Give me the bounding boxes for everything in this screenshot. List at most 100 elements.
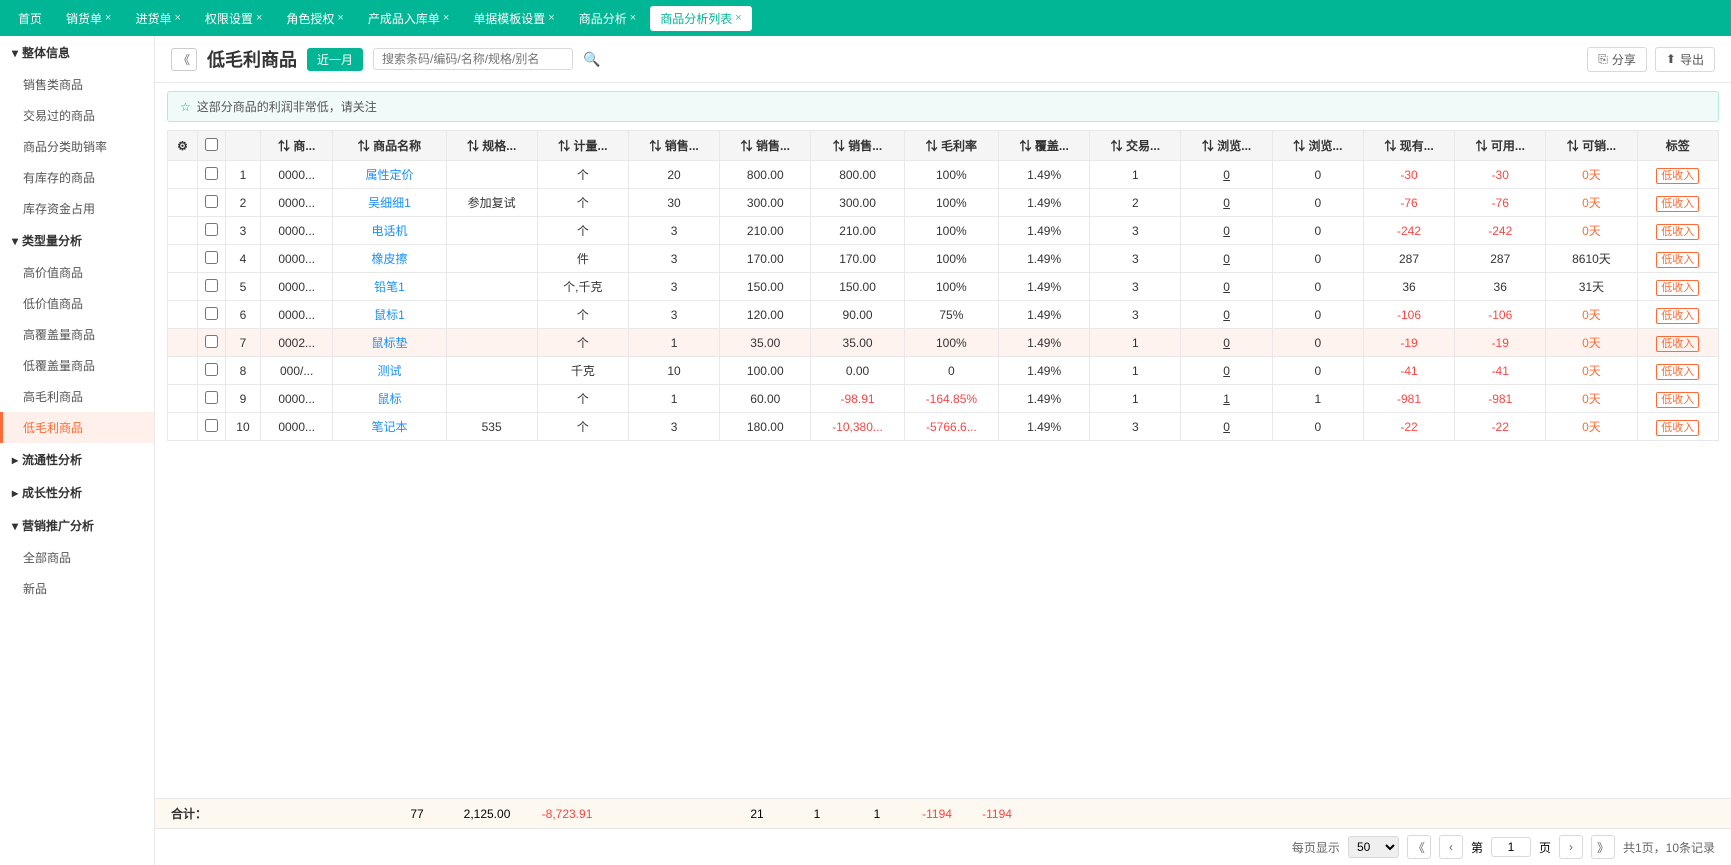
nav-item-goods-analysis[interactable]: 商品分析 × xyxy=(569,6,646,31)
export-button[interactable]: ⬆ 导出 xyxy=(1655,47,1715,72)
row-view1[interactable]: 0 xyxy=(1181,217,1272,245)
row-checkbox[interactable] xyxy=(205,279,218,292)
col-header-available[interactable]: ⇅ 可用... xyxy=(1455,131,1546,161)
nav-close-goods-analysis[interactable]: × xyxy=(630,12,636,24)
row-view1[interactable]: 0 xyxy=(1181,357,1272,385)
nav-item-sales[interactable]: 销货单 × xyxy=(56,6,121,31)
row-name[interactable]: 鼠标1 xyxy=(333,301,446,329)
row-check[interactable] xyxy=(198,385,226,413)
sidebar-item-low-coverage[interactable]: 低覆盖量商品 xyxy=(0,350,154,381)
nav-item-home[interactable]: 首页 xyxy=(8,6,52,31)
row-check[interactable] xyxy=(198,189,226,217)
row-checkbox[interactable] xyxy=(205,307,218,320)
col-header-trade-count[interactable]: ⇅ 交易... xyxy=(1090,131,1181,161)
row-view1[interactable]: 0 xyxy=(1181,189,1272,217)
row-name[interactable]: 测试 xyxy=(333,357,446,385)
row-checkbox[interactable] xyxy=(205,195,218,208)
col-header-sales-profit[interactable]: ⇅ 销售... xyxy=(811,131,904,161)
row-view1[interactable]: 0 xyxy=(1181,301,1272,329)
nav-item-product-entry[interactable]: 产成品入库单 × xyxy=(358,6,459,31)
sidebar-item-sales-goods[interactable]: 销售类商品 xyxy=(0,69,154,100)
row-name[interactable]: 电话机 xyxy=(333,217,446,245)
row-check[interactable] xyxy=(198,301,226,329)
last-page-button[interactable]: 》 xyxy=(1591,835,1615,859)
row-checkbox[interactable] xyxy=(205,335,218,348)
col-header-settings[interactable]: ⚙ xyxy=(168,131,198,161)
col-header-spec[interactable]: ⇅ 规格... xyxy=(446,131,537,161)
sidebar-group-growth-analysis[interactable]: ▸ 成长性分析 xyxy=(0,476,154,509)
row-name[interactable]: 橡皮擦 xyxy=(333,245,446,273)
row-check[interactable] xyxy=(198,329,226,357)
sidebar-item-all-goods[interactable]: 全部商品 xyxy=(0,542,154,573)
col-header-sales-qty[interactable]: ⇅ 销售... xyxy=(628,131,719,161)
col-header-view1[interactable]: ⇅ 浏览... xyxy=(1181,131,1272,161)
col-header-unit[interactable]: ⇅ 计量... xyxy=(537,131,628,161)
nav-close-goods-analysis-list[interactable]: × xyxy=(735,12,741,24)
row-checkbox[interactable] xyxy=(205,419,218,432)
sidebar-item-low-value[interactable]: 低价值商品 xyxy=(0,288,154,319)
select-all-checkbox[interactable] xyxy=(205,138,218,151)
col-header-gross-margin[interactable]: ⇅ 毛利率 xyxy=(904,131,998,161)
row-check[interactable] xyxy=(198,245,226,273)
row-view1[interactable]: 0 xyxy=(1181,413,1272,441)
sidebar-item-traded-goods[interactable]: 交易过的商品 xyxy=(0,100,154,131)
row-name[interactable]: 铅笔1 xyxy=(333,273,446,301)
nav-close-purchase[interactable]: × xyxy=(174,12,180,24)
search-input[interactable] xyxy=(373,48,573,70)
per-page-select[interactable]: 50 100 200 xyxy=(1348,836,1399,858)
row-name[interactable]: 鼠标 xyxy=(333,385,446,413)
nav-item-permission[interactable]: 权限设置 × xyxy=(195,6,272,31)
nav-close-template[interactable]: × xyxy=(548,12,554,24)
sidebar-item-in-stock-goods[interactable]: 有库存的商品 xyxy=(0,162,154,193)
sidebar-item-low-margin[interactable]: 低毛利商品 xyxy=(0,412,154,443)
row-check[interactable] xyxy=(198,161,226,189)
row-checkbox[interactable] xyxy=(205,223,218,236)
search-button[interactable]: 🔍 xyxy=(583,51,600,68)
sidebar-group-marketing-analysis[interactable]: ▾ 营销推广分析 xyxy=(0,509,154,542)
first-page-button[interactable]: 《 xyxy=(1407,835,1431,859)
col-header-tag[interactable]: 标签 xyxy=(1637,131,1718,161)
sidebar-group-overall[interactable]: ▾ 整体信息 xyxy=(0,36,154,69)
nav-item-purchase[interactable]: 进货单 × xyxy=(125,6,190,31)
row-check[interactable] xyxy=(198,357,226,385)
row-checkbox[interactable] xyxy=(205,167,218,180)
nav-item-role[interactable]: 角色授权 × xyxy=(276,6,353,31)
row-name[interactable]: 吴细细1 xyxy=(333,189,446,217)
sidebar-item-high-coverage[interactable]: 高覆盖量商品 xyxy=(0,319,154,350)
col-header-view2[interactable]: ⇅ 浏览... xyxy=(1272,131,1363,161)
col-header-current-stock[interactable]: ⇅ 现有... xyxy=(1363,131,1454,161)
sidebar-item-category-sales-rate[interactable]: 商品分类助销率 xyxy=(0,131,154,162)
row-check[interactable] xyxy=(198,217,226,245)
row-view1[interactable]: 0 xyxy=(1181,161,1272,189)
nav-item-template[interactable]: 单据模板设置 × xyxy=(463,6,564,31)
row-view1[interactable]: 0 xyxy=(1181,245,1272,273)
date-filter-button[interactable]: 近一月 xyxy=(307,48,363,71)
col-header-coverage[interactable]: ⇅ 覆盖... xyxy=(999,131,1090,161)
next-page-button[interactable]: › xyxy=(1559,835,1583,859)
row-checkbox[interactable] xyxy=(205,391,218,404)
nav-close-role[interactable]: × xyxy=(337,12,343,24)
row-check[interactable] xyxy=(198,413,226,441)
nav-close-product-entry[interactable]: × xyxy=(443,12,449,24)
col-header-code[interactable]: ⇅ 商... xyxy=(260,131,332,161)
nav-close-sales[interactable]: × xyxy=(105,12,111,24)
col-header-sales-price[interactable]: ⇅ 销售... xyxy=(720,131,811,161)
row-view1[interactable]: 0 xyxy=(1181,329,1272,357)
sidebar-item-stock-capital[interactable]: 库存资金占用 xyxy=(0,193,154,224)
col-header-check[interactable] xyxy=(198,131,226,161)
sidebar-collapse-button[interactable]: 《 xyxy=(171,48,197,71)
sidebar-group-flow-analysis[interactable]: ▸ 流通性分析 xyxy=(0,443,154,476)
col-header-saleable[interactable]: ⇅ 可销... xyxy=(1546,131,1637,161)
row-name[interactable]: 属性定价 xyxy=(333,161,446,189)
row-name[interactable]: 笔记本 xyxy=(333,413,446,441)
row-view1[interactable]: 0 xyxy=(1181,273,1272,301)
row-checkbox[interactable] xyxy=(205,363,218,376)
row-view1[interactable]: 1 xyxy=(1181,385,1272,413)
nav-item-goods-analysis-list[interactable]: 商品分析列表 × xyxy=(650,6,751,31)
col-header-name[interactable]: ⇅ 商品名称 xyxy=(333,131,446,161)
sidebar-item-high-value[interactable]: 高价值商品 xyxy=(0,257,154,288)
prev-page-button[interactable]: ‹ xyxy=(1439,835,1463,859)
sidebar-item-high-margin[interactable]: 高毛利商品 xyxy=(0,381,154,412)
nav-close-permission[interactable]: × xyxy=(256,12,262,24)
share-button[interactable]: ⎘ 分享 xyxy=(1587,47,1647,72)
